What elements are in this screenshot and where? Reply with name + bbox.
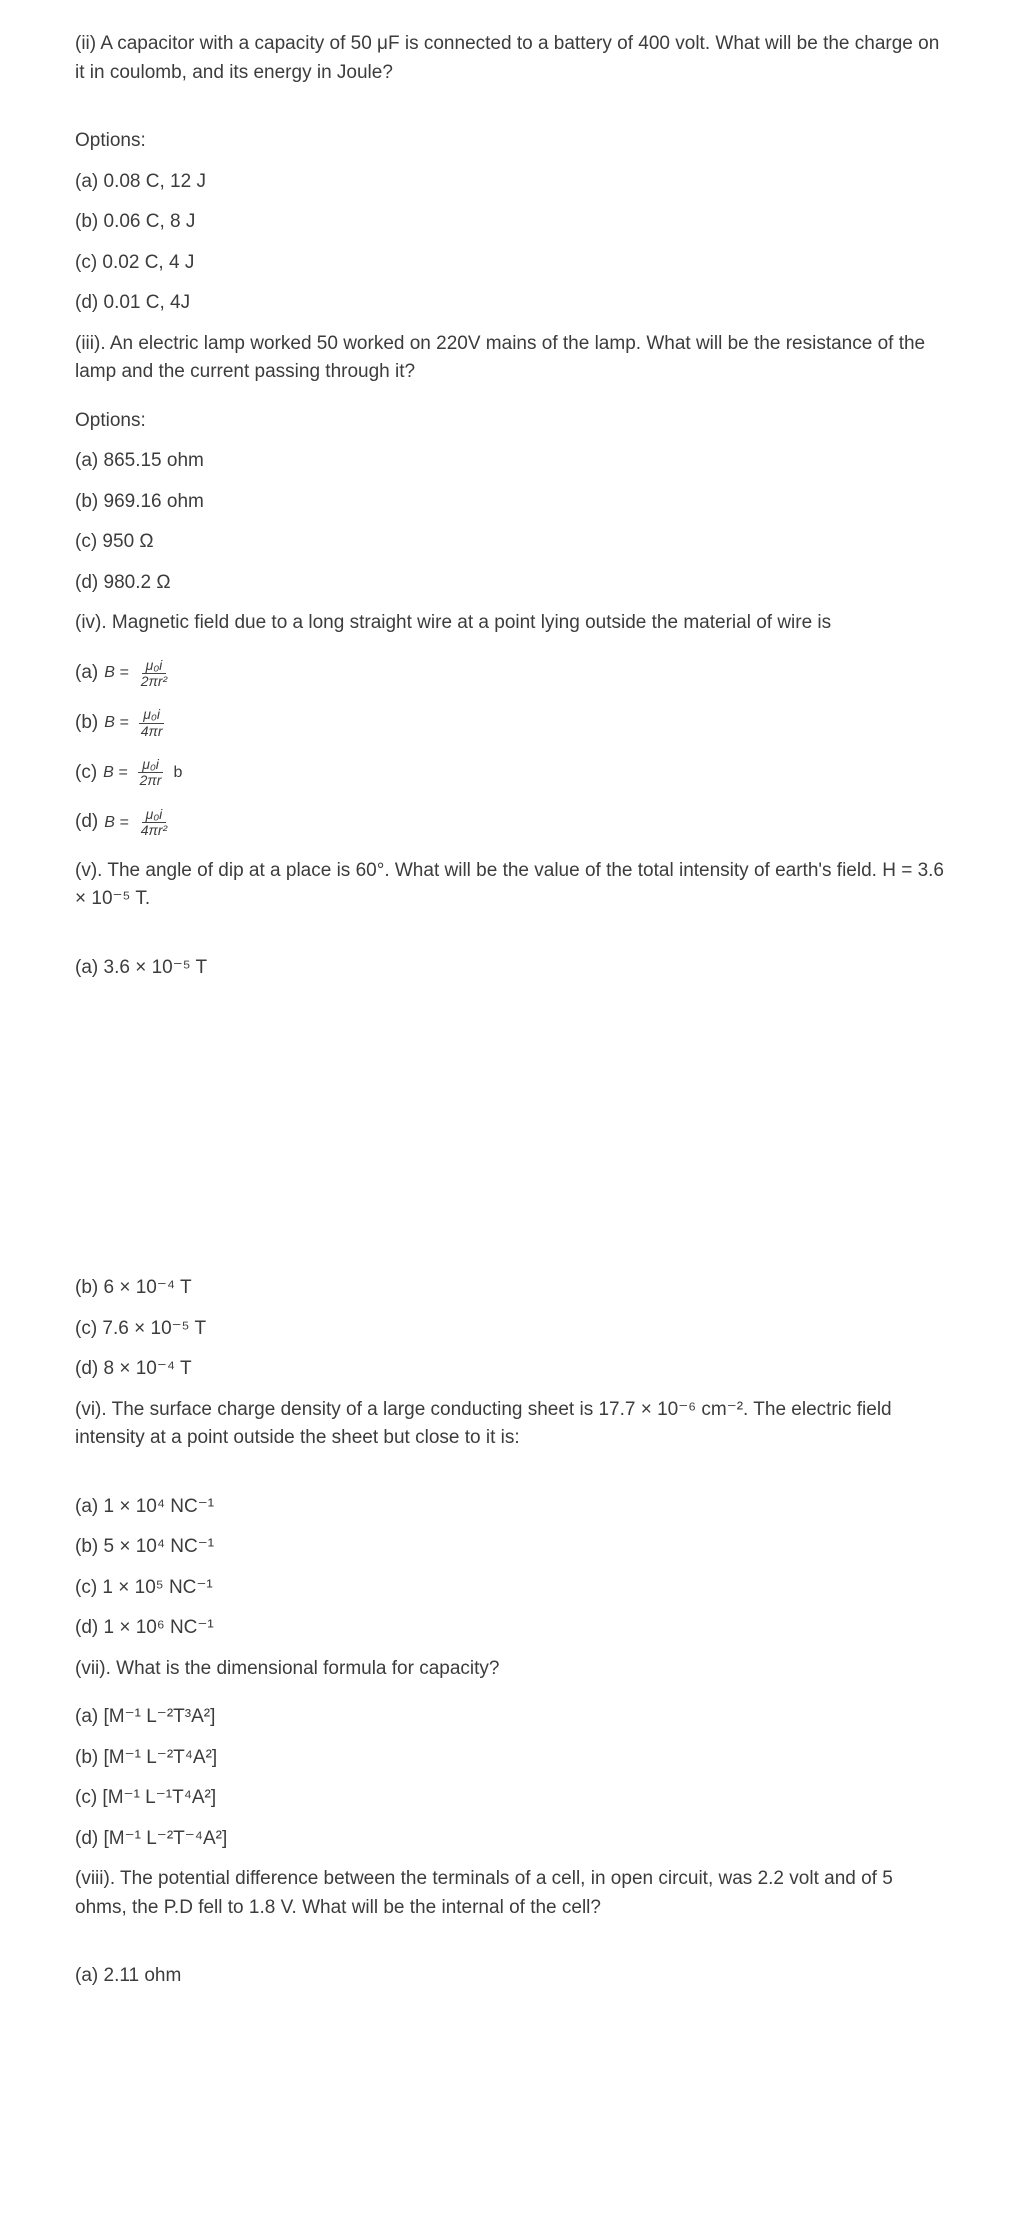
q7-option-b: (b) [M⁻¹ L⁻²T⁴A²] xyxy=(75,1744,949,1773)
question-vi-text: (vi). The surface charge density of a la… xyxy=(75,1396,949,1453)
numerator: μ₀i xyxy=(142,807,167,823)
formula-fraction: μ₀i 4πr xyxy=(137,707,167,739)
q5-option-c: (c) 7.6 × 10⁻⁵ T xyxy=(75,1315,949,1344)
q2-option-b: (b) 0.06 C, 8 J xyxy=(75,208,949,237)
q3-options-label: Options: xyxy=(75,407,949,436)
q7-option-c: (c) [M⁻¹ L⁻¹T⁴A²] xyxy=(75,1784,949,1813)
denominator: 2πr xyxy=(136,773,166,788)
q4-option-a: (a) B = μ₀i 2πr² xyxy=(75,658,949,690)
numerator: μ₀i xyxy=(139,707,164,723)
q3-option-d: (d) 980.2 Ω xyxy=(75,569,949,598)
q4-b-eqleft: B = xyxy=(104,711,128,735)
q5-option-a: (a) 3.6 × 10⁻⁵ T xyxy=(75,954,949,983)
question-viii-text: (viii). The potential difference between… xyxy=(75,1865,949,1922)
question-vii-text: (vii). What is the dimensional formula f… xyxy=(75,1655,949,1684)
q2-option-d: (d) 0.01 C, 4J xyxy=(75,289,949,318)
q4-b-prefix: (b) xyxy=(75,709,98,738)
q7-option-d: (d) [M⁻¹ L⁻²T⁻⁴A²] xyxy=(75,1825,949,1854)
q4-option-d: (d) B = μ₀i 4πr² xyxy=(75,807,949,839)
q6-option-c: (c) 1 × 10⁵ NC⁻¹ xyxy=(75,1574,949,1603)
q4-d-eqleft: B = xyxy=(104,811,128,835)
q6-option-d: (d) 1 × 10⁶ NC⁻¹ xyxy=(75,1614,949,1643)
q5-option-b: (b) 6 × 10⁻⁴ T xyxy=(75,1274,949,1303)
numerator: μ₀i xyxy=(142,658,167,674)
q3-option-b: (b) 969.16 ohm xyxy=(75,488,949,517)
denominator: 4πr xyxy=(137,724,167,739)
q4-option-b: (b) B = μ₀i 4πr xyxy=(75,707,949,739)
q2-option-a: (a) 0.08 C, 12 J xyxy=(75,168,949,197)
q4-a-eqleft: B = xyxy=(104,661,128,685)
q4-c-eqleft: B = xyxy=(103,761,127,785)
denominator: 4πr² xyxy=(137,823,172,838)
numerator: μ₀i xyxy=(138,757,163,773)
question-ii-text: (ii) A capacitor with a capacity of 50 μ… xyxy=(75,30,949,87)
q4-d-prefix: (d) xyxy=(75,808,98,837)
q8-option-a: (a) 2.11 ohm xyxy=(75,1962,949,1991)
q2-option-c: (c) 0.02 C, 4 J xyxy=(75,249,949,278)
q5-option-d: (d) 8 × 10⁻⁴ T xyxy=(75,1355,949,1384)
formula-fraction: μ₀i 4πr² xyxy=(137,807,172,839)
q4-c-prefix: (c) xyxy=(75,759,97,788)
q4-option-c: (c) B = μ₀i 2πr b xyxy=(75,757,949,789)
question-iii-text: (iii). An electric lamp worked 50 worked… xyxy=(75,330,949,387)
q3-option-a: (a) 865.15 ohm xyxy=(75,447,949,476)
q4-c-suffix: b xyxy=(173,761,182,785)
formula-fraction: μ₀i 2πr² xyxy=(137,658,172,690)
q7-option-a: (a) [M⁻¹ L⁻²T³A²] xyxy=(75,1703,949,1732)
q6-option-a: (a) 1 × 10⁴ NC⁻¹ xyxy=(75,1493,949,1522)
formula-fraction: μ₀i 2πr xyxy=(136,757,166,789)
question-v-text: (v). The angle of dip at a place is 60°.… xyxy=(75,857,949,914)
q3-option-c: (c) 950 Ω xyxy=(75,528,949,557)
q6-option-b: (b) 5 × 10⁴ NC⁻¹ xyxy=(75,1533,949,1562)
q2-options-label: Options: xyxy=(75,127,949,156)
q4-a-prefix: (a) xyxy=(75,659,98,688)
denominator: 2πr² xyxy=(137,674,172,689)
question-iv-text: (iv). Magnetic field due to a long strai… xyxy=(75,609,949,638)
